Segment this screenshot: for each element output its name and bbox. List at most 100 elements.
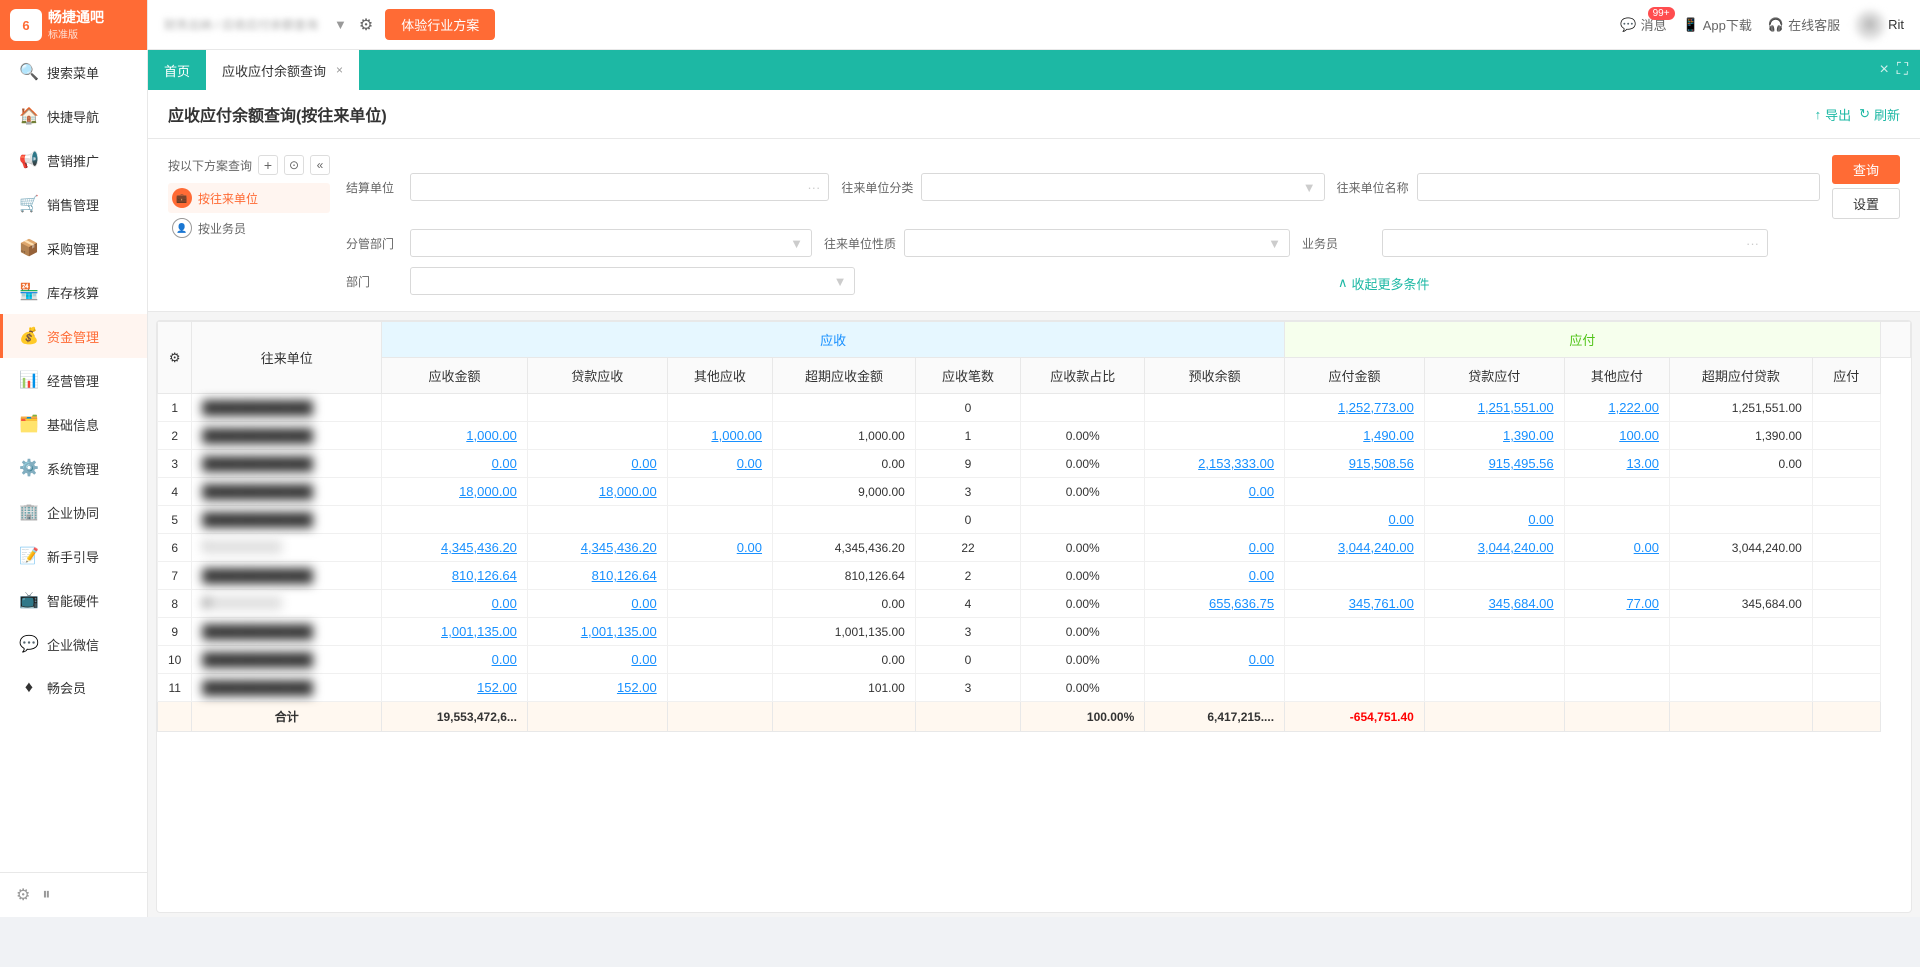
sidebar-item-purchase[interactable]: 📦 采购管理	[0, 226, 147, 270]
logo-icon: 6	[10, 9, 42, 41]
payable-group-header: 应付	[1285, 322, 1881, 358]
user-profile[interactable]: R Rit	[1856, 11, 1904, 39]
extra-header	[1880, 322, 1910, 358]
partner-category-label: 往来单位分类	[841, 179, 913, 196]
sidebar-item-label: 新手引导	[47, 547, 99, 566]
settings-bottom-icon[interactable]: ⚙	[16, 885, 30, 905]
headset-icon: 🎧	[1768, 17, 1784, 33]
username: Rit	[1888, 17, 1904, 32]
messages-icon: 💬	[1620, 17, 1636, 33]
sidebar-item-finance[interactable]: 💰 资金管理	[0, 314, 147, 358]
sidebar: 6 畅捷通吧 标准版 🔍 搜索菜单 🏠 快捷导航 📢 营销推广 🛒 销售管理 📦…	[0, 0, 148, 917]
table-row: 4████████████18,000.0018,000.009,000.003…	[158, 478, 1911, 506]
tabbar: 首页 应收应付余额查询 × × ⛶	[148, 50, 1920, 90]
sidebar-item-label: 营销推广	[47, 151, 99, 170]
sidebar-item-quicknav[interactable]: 🏠 快捷导航	[0, 94, 147, 138]
sidebar-item-basicinfo[interactable]: 🗂️ 基础信息	[0, 402, 147, 446]
sidebar-item-label: 基础信息	[47, 415, 99, 434]
active-tab-label: 应收应付余额查询	[222, 61, 326, 80]
sidebar-bottom: ⚙ ⏸	[0, 872, 147, 917]
partner-nav-icon: 💼	[172, 188, 192, 208]
tab-receivable[interactable]: 应收应付余额查询 ×	[206, 50, 359, 90]
receivable-amount-header: 应收金额	[382, 358, 528, 394]
avatar: R	[1856, 11, 1884, 39]
tab-close-all-icon[interactable]: ×	[1879, 61, 1888, 79]
receivable-payable-table: ⚙ 往来单位 应收 应付 应收金额	[157, 321, 1911, 732]
gear-icon[interactable]: ⚙	[359, 15, 373, 35]
messages-button[interactable]: 💬 消息 99+	[1620, 15, 1666, 34]
export-button[interactable]: ↑ 导出	[1815, 105, 1852, 124]
sidebar-item-label: 畅会员	[47, 678, 86, 697]
query-button[interactable]: 查询	[1832, 155, 1900, 184]
other-receivable-header: 其他应收	[667, 358, 772, 394]
payable-suffix-header: 应付	[1812, 358, 1880, 394]
table-row: 9████████████1,001,135.001,001,135.001,0…	[158, 618, 1911, 646]
footer-label: 合计	[192, 702, 382, 732]
filter-area: 结算单位 ··· 往来单位分类 ▼ 往来单位名称	[346, 155, 1900, 295]
settings-query-icon[interactable]: ⊙	[284, 155, 304, 175]
partner-name-input[interactable]	[1417, 173, 1820, 201]
partner-category-select[interactable]: ▼	[921, 173, 1324, 201]
footer-payable-total: -654,751.40	[1285, 702, 1425, 732]
partner-nature-select[interactable]: ▼	[904, 229, 1290, 257]
home-tab-label: 首页	[164, 61, 190, 80]
fullscreen-icon[interactable]: ⛶	[1897, 61, 1908, 79]
finance-icon: 💰	[19, 326, 39, 346]
basicinfo-icon: 🗂️	[19, 414, 39, 434]
nav-item-salesperson[interactable]: 👤 按业务员	[168, 213, 330, 243]
page-content: 应收应付余额查询(按往来单位) ↑ 导出 ↻ 刷新 按以下方案查询	[148, 90, 1920, 917]
settings-header[interactable]: ⚙	[158, 322, 192, 394]
dept-incharge-select[interactable]: ▼	[410, 229, 812, 257]
sidebar-item-enterprise[interactable]: 🏢 企业协同	[0, 490, 147, 534]
sidebar-item-search[interactable]: 🔍 搜索菜单	[0, 50, 147, 94]
trial-button[interactable]: 体验行业方案	[385, 9, 495, 40]
sidebar-item-label: 快捷导航	[47, 107, 99, 126]
sidebar-item-hardware[interactable]: 📺 智能硬件	[0, 578, 147, 622]
wechat-icon: 💬	[19, 634, 39, 654]
table-row: 1████████████01,252,773.001,251,551.001,…	[158, 394, 1911, 422]
enterprise-icon: 🏢	[19, 502, 39, 522]
topbar: 财务出纳 / 应收应付余额查询 ▼ ⚙ 体验行业方案 💬 消息 99+ 📱 Ap…	[148, 0, 1920, 50]
sidebar-item-wechat[interactable]: 💬 企业微信	[0, 622, 147, 666]
nav-item-partner[interactable]: 💼 按往来单位	[168, 183, 330, 213]
table-footer-row: 合计 19,553,472,6... 100.00% 6,417,215....…	[158, 702, 1911, 732]
loan-payable-header: 贷款应付	[1424, 358, 1564, 394]
topbar-chevron-icon: ▼	[334, 17, 347, 32]
receivable-group-header: 应收	[382, 322, 1285, 358]
settings-button[interactable]: 设置	[1832, 188, 1900, 219]
online-service-button[interactable]: 🎧 在线客服	[1768, 15, 1840, 34]
tab-home[interactable]: 首页	[148, 50, 206, 90]
table-row: 6ˇ4,345,436.204,345,436.200.004,345,436.…	[158, 534, 1911, 562]
salesperson-nav-label: 按业务员	[198, 220, 246, 237]
collapse-query-icon[interactable]: «	[310, 155, 330, 175]
sidebar-item-system[interactable]: ⚙️ 系统管理	[0, 446, 147, 490]
breadcrumb: 财务出纳 / 应收应付余额查询	[164, 16, 318, 33]
sidebar-item-vip[interactable]: ♦ 畅会员	[0, 666, 147, 709]
collapse-conditions-button[interactable]: ∧ 收起更多条件	[1338, 274, 1430, 293]
sidebar-item-sales[interactable]: 🛒 销售管理	[0, 182, 147, 226]
sales-icon: 🛒	[19, 194, 39, 214]
inventory-icon: 🏪	[19, 282, 39, 302]
sidebar-item-operation[interactable]: 📊 经营管理	[0, 358, 147, 402]
table-header-row-1: ⚙ 往来单位 应收 应付	[158, 322, 1911, 358]
search-icon: 🔍	[19, 62, 39, 82]
app-download-button[interactable]: 📱 App下载	[1683, 15, 1752, 34]
app-download-icon: 📱	[1683, 17, 1699, 33]
sidebar-item-guide[interactable]: 📝 新手引导	[0, 534, 147, 578]
add-query-icon[interactable]: +	[258, 155, 278, 175]
refresh-button[interactable]: ↻ 刷新	[1859, 105, 1900, 124]
overdue-payable-header: 超期应付贷款	[1669, 358, 1812, 394]
dept-select[interactable]: ▼	[410, 267, 855, 295]
tab-close-icon[interactable]: ×	[336, 63, 343, 77]
collapse-sidebar-icon[interactable]: ⏸	[42, 886, 50, 904]
table-row: 7████████████810,126.64810,126.64810,126…	[158, 562, 1911, 590]
salesperson-input[interactable]: ···	[1382, 229, 1768, 257]
salesperson-dots: ···	[1746, 236, 1759, 251]
table-header-row-2: 应收金额 贷款应收 其他应收 超期应收金额 应收笔数 应收款占比 预收余额 应付…	[158, 358, 1911, 394]
settlement-unit-input[interactable]: ···	[410, 173, 829, 201]
sidebar-item-marketing[interactable]: 📢 营销推广	[0, 138, 147, 182]
table-row: 3████████████0.000.000.000.0090.00%2,153…	[158, 450, 1911, 478]
export-label: 导出	[1825, 105, 1851, 124]
topbar-right: 💬 消息 99+ 📱 App下载 🎧 在线客服 R Rit	[1620, 11, 1904, 39]
sidebar-item-inventory[interactable]: 🏪 库存核算	[0, 270, 147, 314]
